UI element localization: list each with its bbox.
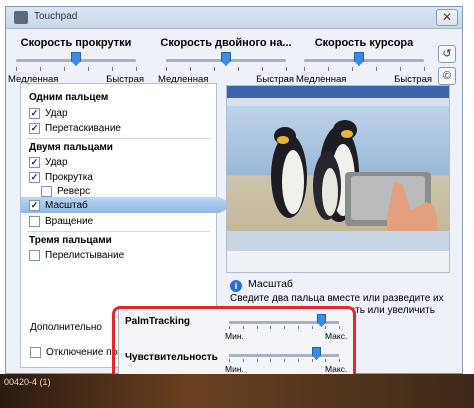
preview-menubar [227, 98, 449, 106]
checkbox-icon: ✓ [29, 107, 40, 119]
doubletap-speed-ticks [166, 67, 287, 71]
close-button[interactable]: ✕ [436, 9, 458, 26]
gesture-two-scroll[interactable]: ✓ Прокрутка [29, 170, 93, 184]
checkbox-icon [41, 185, 52, 197]
penguin-photo [227, 106, 449, 231]
touchpad-icon [14, 11, 28, 24]
doubletap-speed-thumb[interactable] [221, 52, 231, 66]
scroll-speed-title: Скорость прокрутки [20, 37, 132, 49]
doubletap-speed-title: Скорость двойного на... [160, 37, 292, 49]
taskbar-caption: 00420-4 (1) [4, 377, 51, 387]
disable-when-checkbox[interactable]: Отключение при [30, 347, 123, 358]
divider [27, 231, 210, 232]
gesture-three-swipe[interactable]: Перелистывание [29, 248, 124, 262]
cursor-speed-max-label: Быстрая [394, 74, 432, 85]
gesture-two-tap[interactable]: ✓ Удар [29, 155, 68, 169]
gesture-two-reverse[interactable]: Реверс [41, 184, 90, 198]
penguins-image [271, 120, 438, 231]
gesture-one-drag[interactable]: ✓ Перетаскивание [29, 121, 121, 135]
two-fingers-heading: Двумя пальцами [29, 142, 113, 153]
checkbox-icon: ✓ [29, 171, 40, 183]
title-bar: Touchpad ✕ [6, 7, 462, 29]
window-title: Touchpad [34, 11, 78, 22]
checkbox-icon: ✓ [29, 199, 40, 211]
preview-status [227, 251, 449, 272]
cursor-speed-title: Скорость курсора [314, 37, 414, 49]
scroll-speed-ticks [16, 67, 137, 71]
gesture-two-zoom[interactable]: ✓ Масштаб [21, 197, 236, 213]
advanced-label: Дополнительно [30, 322, 102, 333]
one-finger-heading: Одним пальцем [29, 92, 109, 103]
cursor-speed-ticks [304, 67, 425, 71]
info-title: Масштаб [248, 278, 293, 290]
divider [27, 138, 210, 139]
checkbox-icon [29, 249, 40, 261]
gesture-one-tap[interactable]: ✓ Удар [29, 106, 68, 120]
checkbox-icon: ✓ [29, 122, 40, 134]
about-icon[interactable]: © [438, 67, 456, 85]
scroll-speed-thumb[interactable] [71, 52, 81, 66]
info-icon: i [230, 280, 242, 292]
desktop-background [0, 374, 474, 408]
preview-titlebar [227, 86, 449, 98]
cursor-speed-min-label: Медленная [296, 74, 347, 85]
cursor-speed-thumb[interactable] [354, 52, 364, 66]
checkbox-icon [29, 215, 40, 227]
restore-defaults-icon[interactable]: ↺ [438, 45, 456, 63]
checkbox-icon [30, 347, 41, 358]
doubletap-speed-max-label: Быстрая [256, 74, 294, 85]
three-fingers-heading: Тремя пальцами [29, 235, 112, 246]
checkbox-icon: ✓ [29, 156, 40, 168]
cursor-speed-track[interactable] [304, 59, 424, 62]
preview-controls [227, 231, 449, 251]
gesture-two-rotate[interactable]: Вращение [29, 214, 93, 228]
gesture-preview [226, 85, 450, 273]
